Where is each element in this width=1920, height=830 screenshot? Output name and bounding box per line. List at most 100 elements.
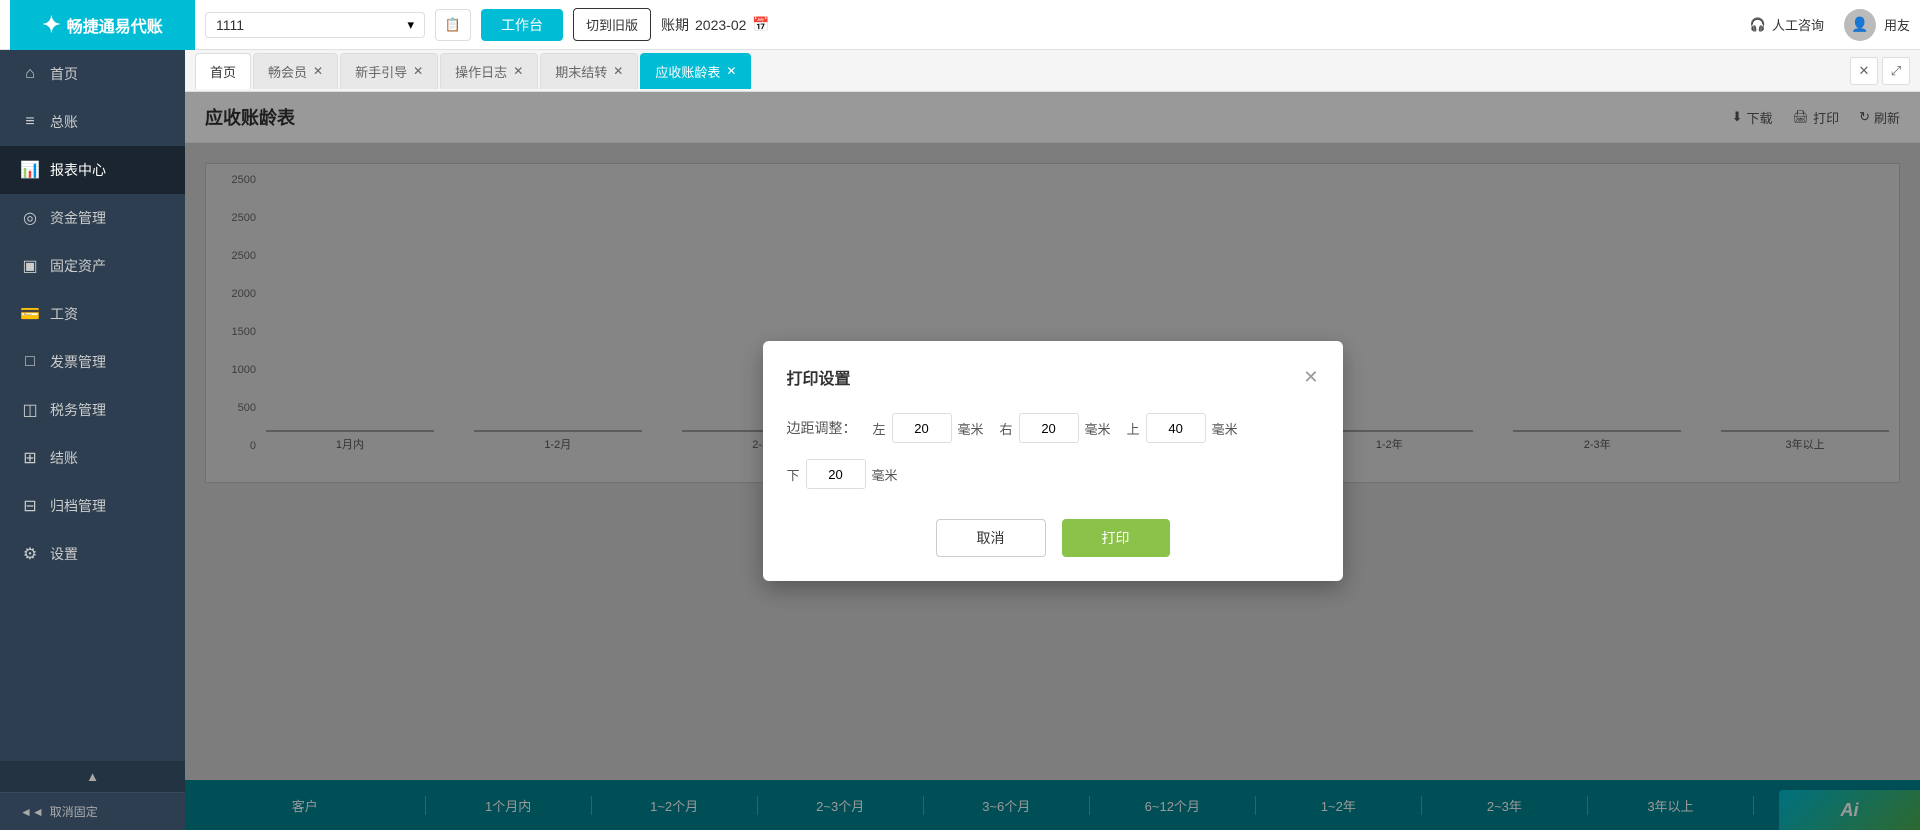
modal-header: 打印设置 ✕ bbox=[787, 365, 1319, 389]
sidebar-item-reports[interactable]: 📊 报表中心 bbox=[0, 146, 185, 194]
confirm-print-button[interactable]: 打印 bbox=[1062, 519, 1170, 557]
margin-top-group: 上 毫米 bbox=[1127, 413, 1238, 443]
right-unit: 毫米 bbox=[1085, 419, 1111, 438]
left-unit: 毫米 bbox=[958, 419, 984, 438]
main-layout: ⌂ 首页 ≡ 总账 📊 报表中心 ◎ 资金管理 ▣ 固定资产 💳 工资 bbox=[0, 50, 1920, 830]
main-content: 首页 畅会员 ✕ 新手引导 ✕ 操作日志 ✕ 期末结转 ✕ 应收账龄表 ✕ bbox=[185, 50, 1920, 830]
company-selector[interactable]: 1111 ▾ bbox=[205, 12, 425, 38]
tab-vip-label: 畅会员 bbox=[268, 62, 307, 81]
sidebar-item-assets[interactable]: ▣ 固定资产 bbox=[0, 242, 185, 290]
sidebar-item-label: 固定资产 bbox=[50, 256, 106, 276]
headset-icon: 🎧 bbox=[1750, 17, 1766, 33]
salary-icon: 💳 bbox=[20, 304, 40, 324]
sidebar-item-tax[interactable]: ◫ 税务管理 bbox=[0, 386, 185, 434]
company-name: 1111 bbox=[216, 17, 401, 33]
tab-guide[interactable]: 新手引导 ✕ bbox=[340, 53, 438, 89]
bottom-label: 下 bbox=[787, 465, 800, 484]
tab-guide-label: 新手引导 bbox=[355, 62, 407, 81]
tab-vip[interactable]: 畅会员 ✕ bbox=[253, 53, 338, 89]
avatar: 👤 bbox=[1844, 9, 1876, 41]
tab-vip-close[interactable]: ✕ bbox=[313, 64, 323, 78]
header-right: 🎧 人工咨询 👤 用友 bbox=[1750, 9, 1910, 41]
username: 用友 bbox=[1884, 15, 1910, 34]
tab-yearend-close[interactable]: ✕ bbox=[613, 64, 623, 78]
modal-footer: 取消 打印 bbox=[787, 519, 1319, 557]
margin-bottom-group: 下 毫米 bbox=[787, 459, 898, 489]
tab-expand-btn[interactable]: ⤢ bbox=[1882, 57, 1910, 85]
sidebar-item-archive[interactable]: ⊟ 归档管理 bbox=[0, 482, 185, 530]
consult-label: 人工咨询 bbox=[1772, 15, 1824, 34]
bottom-input[interactable] bbox=[806, 459, 866, 489]
tab-home[interactable]: 首页 bbox=[195, 53, 251, 89]
switch-old-button[interactable]: 切到旧版 bbox=[573, 8, 651, 41]
modal-body: 边距调整： 左 毫米 右 毫米 bbox=[787, 413, 1319, 489]
left-label: 左 bbox=[873, 419, 886, 438]
tab-close-all-btn[interactable]: ✕ bbox=[1850, 57, 1878, 85]
tab-guide-close[interactable]: ✕ bbox=[413, 64, 423, 78]
settings-icon: ⚙ bbox=[20, 544, 40, 564]
cancel-fixed-btn[interactable]: ◄◄ 取消固定 bbox=[0, 792, 185, 830]
sidebar-item-close[interactable]: ⊞ 结账 bbox=[0, 434, 185, 482]
archive-icon: ⊟ bbox=[20, 496, 40, 516]
margin-row: 边距调整： 左 毫米 右 毫米 bbox=[787, 413, 1319, 489]
tab-aging-close[interactable]: ✕ bbox=[726, 64, 736, 78]
sidebar-item-invoice[interactable]: □ 发票管理 bbox=[0, 338, 185, 386]
calendar-icon-btn[interactable]: 📋 bbox=[435, 9, 471, 41]
bottom-unit: 毫米 bbox=[872, 465, 898, 484]
period-display: 账期 2023-02 📅 bbox=[661, 15, 770, 35]
home-icon: ⌂ bbox=[20, 65, 40, 83]
sidebar-item-label: 归档管理 bbox=[50, 496, 106, 516]
sidebar: ⌂ 首页 ≡ 总账 📊 报表中心 ◎ 资金管理 ▣ 固定资产 💳 工资 bbox=[0, 50, 185, 830]
period-calendar-icon: 📅 bbox=[752, 16, 769, 33]
sidebar-item-label: 发票管理 bbox=[50, 352, 106, 372]
sidebar-item-settings[interactable]: ⚙ 设置 bbox=[0, 530, 185, 578]
top-unit: 毫米 bbox=[1212, 419, 1238, 438]
top-input[interactable] bbox=[1146, 413, 1206, 443]
print-settings-modal: 打印设置 ✕ 边距调整： 左 毫米 右 bbox=[763, 341, 1343, 581]
cancel-button[interactable]: 取消 bbox=[936, 519, 1046, 557]
page-content: 应收账龄表 ⬇ 下载 🖨 打印 ↻ 刷新 bbox=[185, 92, 1920, 830]
modal-close-btn[interactable]: ✕ bbox=[1303, 368, 1318, 386]
tab-bar: 首页 畅会员 ✕ 新手引导 ✕ 操作日志 ✕ 期末结转 ✕ 应收账龄表 ✕ bbox=[185, 50, 1920, 92]
user-menu[interactable]: 👤 用友 bbox=[1844, 9, 1910, 41]
sidebar-item-label: 设置 bbox=[50, 544, 78, 564]
workbench-button[interactable]: 工作台 bbox=[481, 9, 563, 41]
tab-yearend[interactable]: 期末结转 ✕ bbox=[540, 53, 638, 89]
period-label: 账期 bbox=[661, 15, 689, 35]
dropdown-icon: ▾ bbox=[407, 17, 414, 33]
sidebar-item-funds[interactable]: ◎ 资金管理 bbox=[0, 194, 185, 242]
reports-icon: 📊 bbox=[20, 160, 40, 180]
margin-left-group: 左 毫米 bbox=[873, 413, 984, 443]
right-input[interactable] bbox=[1019, 413, 1079, 443]
sidebar-scroll-up[interactable]: ▲ bbox=[0, 761, 185, 792]
sidebar-item-ledger[interactable]: ≡ 总账 bbox=[0, 98, 185, 146]
ledger-icon: ≡ bbox=[20, 113, 40, 131]
app-logo: ✦ 畅捷通易代账 bbox=[10, 0, 195, 50]
sidebar-item-label: 总账 bbox=[50, 112, 78, 132]
funds-icon: ◎ bbox=[20, 208, 40, 228]
tab-actions: ✕ ⤢ bbox=[1850, 57, 1910, 85]
sidebar-item-label: 税务管理 bbox=[50, 400, 106, 420]
sidebar-item-home[interactable]: ⌂ 首页 bbox=[0, 50, 185, 98]
tab-oplog[interactable]: 操作日志 ✕ bbox=[440, 53, 538, 89]
calendar-icon: 📋 bbox=[445, 17, 461, 33]
sidebar-item-label: 资金管理 bbox=[50, 208, 106, 228]
left-input[interactable] bbox=[892, 413, 952, 443]
tab-aging[interactable]: 应收账龄表 ✕ bbox=[640, 53, 751, 89]
sidebar-item-label: 报表中心 bbox=[50, 160, 106, 180]
sidebar-item-salary[interactable]: 💳 工资 bbox=[0, 290, 185, 338]
close-account-icon: ⊞ bbox=[20, 448, 40, 468]
app-name: 畅捷通易代账 bbox=[67, 13, 163, 37]
modal-title: 打印设置 bbox=[787, 365, 851, 389]
assets-icon: ▣ bbox=[20, 256, 40, 276]
top-label: 上 bbox=[1127, 419, 1140, 438]
sidebar-item-label: 结账 bbox=[50, 448, 78, 468]
sidebar-nav: ⌂ 首页 ≡ 总账 📊 报表中心 ◎ 资金管理 ▣ 固定资产 💳 工资 bbox=[0, 50, 185, 761]
tab-aging-label: 应收账龄表 bbox=[655, 62, 720, 81]
consult-btn[interactable]: 🎧 人工咨询 bbox=[1750, 15, 1824, 34]
margin-label: 边距调整： bbox=[787, 418, 857, 438]
cancel-fixed-label: 取消固定 bbox=[50, 803, 98, 820]
sidebar-item-label: 工资 bbox=[50, 304, 78, 324]
tab-oplog-close[interactable]: ✕ bbox=[513, 64, 523, 78]
right-label: 右 bbox=[1000, 419, 1013, 438]
